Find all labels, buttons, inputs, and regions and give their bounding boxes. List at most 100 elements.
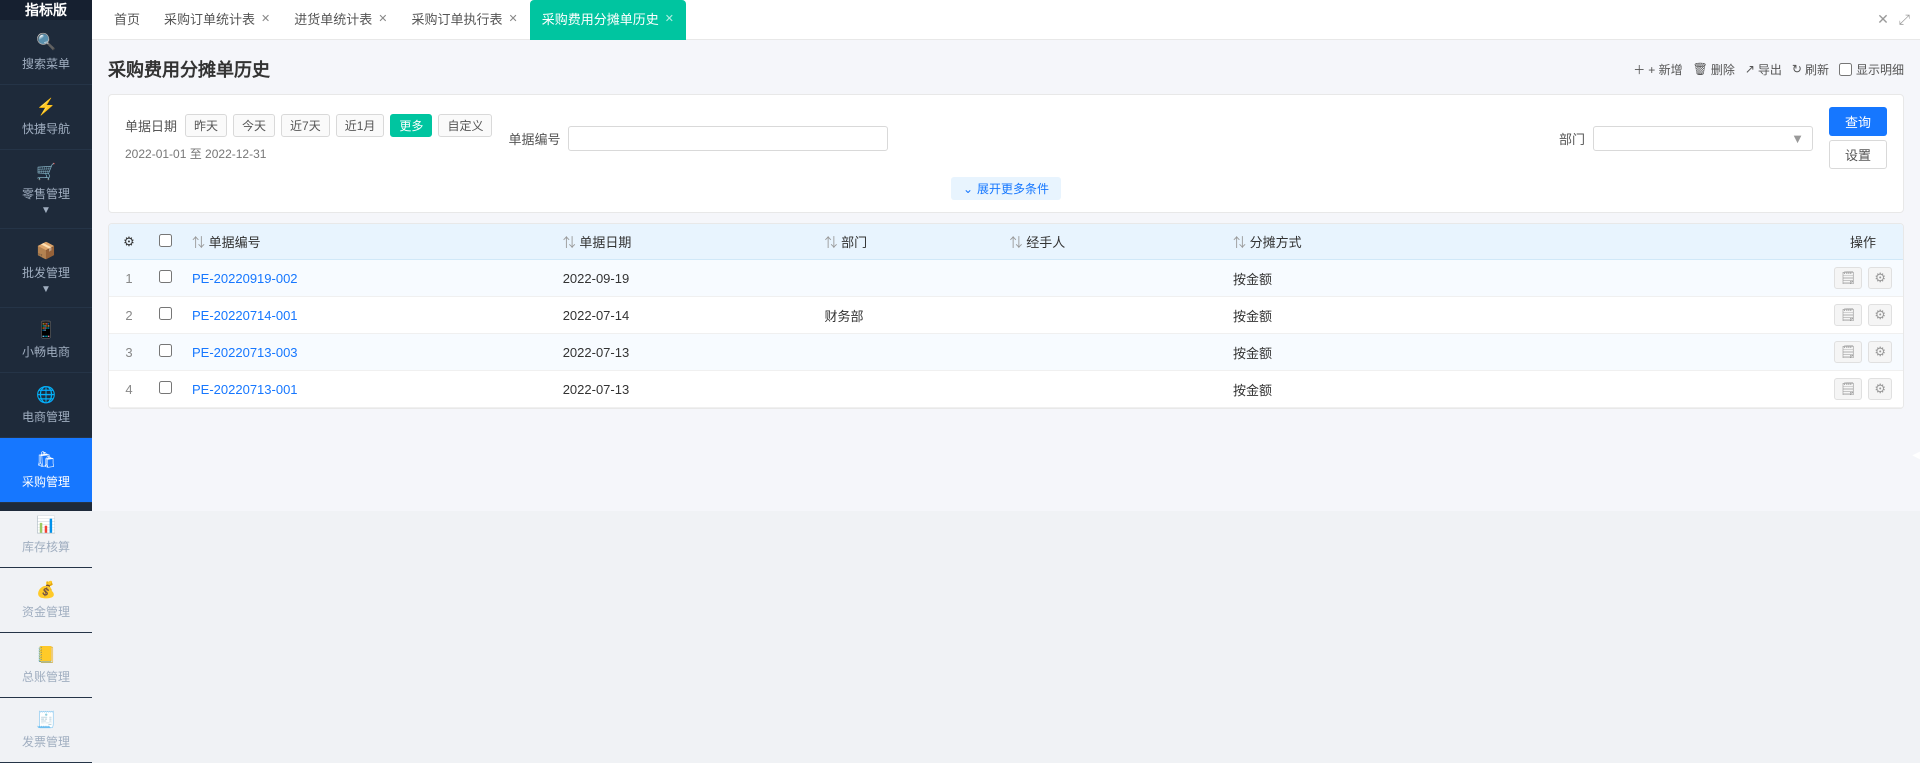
sidebar-item-wholesale[interactable]: 📦 批发管理 ▼ — [0, 229, 92, 308]
display-toggle[interactable]: 显示明细 — [1839, 61, 1904, 78]
row-view-icon[interactable]: 🗒 — [1834, 267, 1863, 289]
row-settings-icon[interactable]: ⚙ — [1868, 341, 1892, 363]
filter-action-buttons: 查询 设置 — [1829, 107, 1887, 169]
row-settings-icon[interactable]: ⚙ — [1868, 378, 1892, 400]
col-dept: ⇅ 部门 — [815, 224, 1000, 260]
sidebar-item-inventory[interactable]: 📊 库存核算 — [0, 503, 92, 568]
tab-goods-in-stats[interactable]: 进货单统计表 ✕ — [282, 0, 399, 40]
row-doc-date: 2022-07-13 — [553, 371, 815, 408]
date-yesterday-btn[interactable]: 昨天 — [185, 114, 227, 137]
select-all-checkbox[interactable] — [159, 234, 172, 247]
row-checkbox-cell[interactable] — [149, 260, 182, 297]
col-doc-date-sort-icon[interactable]: ⇅ — [563, 235, 576, 250]
col-handler-sort-icon[interactable]: ⇅ — [1010, 235, 1023, 250]
col-dept-sort-icon[interactable]: ⇅ — [825, 235, 838, 250]
doc-no-link[interactable]: PE-20220713-001 — [192, 382, 298, 397]
date-more-btn[interactable]: 更多 — [390, 114, 432, 137]
col-action: 操作 — [1823, 224, 1903, 260]
row-checkbox-cell[interactable] — [149, 334, 182, 371]
row-actions: 🗒 ⚙ — [1823, 371, 1903, 408]
col-doc-date-label: 单据日期 — [579, 235, 631, 250]
expand-more-button[interactable]: ⌄ 展开更多条件 — [951, 177, 1061, 200]
row-checkbox[interactable] — [159, 381, 172, 394]
refresh-button[interactable]: ↻ 刷新 — [1792, 61, 1829, 78]
export-label: 导出 — [1758, 61, 1782, 78]
row-doc-no: PE-20220713-003 — [182, 334, 553, 371]
tab-purchase-order-exec[interactable]: 采购订单执行表 ✕ — [399, 0, 529, 40]
row-split-method: 按金额 — [1223, 371, 1823, 408]
col-settings[interactable]: ⚙ — [109, 224, 149, 260]
col-dept-label: 部门 — [841, 235, 867, 250]
row-settings-icon[interactable]: ⚙ — [1868, 304, 1892, 326]
add-button[interactable]: ＋ + 新增 — [1633, 61, 1682, 78]
invoice-icon: 🧾 — [36, 710, 56, 730]
row-view-icon[interactable]: 🗒 — [1834, 341, 1863, 363]
refresh-icon: ↻ — [1792, 62, 1802, 76]
add-label: + 新增 — [1648, 61, 1682, 78]
page-title: 采购费用分摊单历史 — [108, 56, 270, 82]
dept-filter-group: 部门 ▼ — [1559, 126, 1813, 151]
sidebar-item-ledger[interactable]: 📒 总账管理 — [0, 633, 92, 698]
sidebar-item-search[interactable]: 🔍 搜索菜单 — [0, 20, 92, 85]
sidebar-item-retail[interactable]: 🛒 零售管理 ▼ — [0, 150, 92, 229]
row-dept — [815, 371, 1000, 408]
sidebar-item-mini-shop[interactable]: 📱 小畅电商 — [0, 308, 92, 373]
delete-button[interactable]: 🗑 删除 — [1693, 61, 1735, 78]
filter-settings-button[interactable]: 设置 — [1829, 140, 1887, 169]
export-button[interactable]: ↗ 导出 — [1745, 61, 1782, 78]
tab-purchase-cost-split-close[interactable]: ✕ — [665, 12, 674, 25]
sidebar-item-ecommerce[interactable]: 🌐 电商管理 — [0, 373, 92, 438]
sidebar-item-finance[interactable]: 💰 资金管理 — [0, 568, 92, 633]
row-split-method: 按金额 — [1223, 334, 1823, 371]
row-checkbox-cell[interactable] — [149, 297, 182, 334]
tab-purchase-cost-split[interactable]: 采购费用分摊单历史 ✕ — [530, 0, 686, 40]
row-view-icon[interactable]: 🗒 — [1834, 378, 1863, 400]
tab-bar: 首页 采购订单统计表 ✕ 进货单统计表 ✕ 采购订单执行表 ✕ 采购费用分摊单历… — [92, 0, 1920, 40]
date-range-text: 2022-01-01 至 2022-12-31 — [125, 145, 492, 162]
col-split-method-label: 分摊方式 — [1250, 235, 1302, 250]
row-view-icon[interactable]: 🗒 — [1834, 304, 1863, 326]
doc-no-link[interactable]: PE-20220714-001 — [192, 308, 298, 323]
quick-date-buttons: 昨天 今天 近7天 近1月 更多 自定义 — [185, 114, 492, 137]
sidebar-item-purchase[interactable]: 🛍 采购管理 ◀ — [0, 438, 92, 503]
tab-purchase-order-stats[interactable]: 采购订单统计表 ✕ — [152, 0, 282, 40]
window-close-icon[interactable]: ✕ — [1877, 11, 1889, 28]
display-toggle-checkbox[interactable] — [1839, 63, 1852, 76]
window-expand-icon[interactable]: ⤢ — [1899, 11, 1910, 28]
tab-home[interactable]: 首页 — [102, 0, 152, 40]
sidebar-label-retail: 零售管理 — [22, 185, 70, 202]
row-checkbox[interactable] — [159, 344, 172, 357]
chevron-down-icon: ▼ — [1791, 131, 1804, 146]
row-num: 3 — [109, 334, 149, 371]
page-header: 采购费用分摊单历史 ＋ + 新增 🗑 删除 ↗ 导出 ↻ 刷新 — [108, 56, 1904, 82]
search-button[interactable]: 查询 — [1829, 107, 1887, 136]
row-handler — [1000, 260, 1223, 297]
export-icon: ↗ — [1745, 62, 1755, 76]
sidebar-item-invoice[interactable]: 🧾 发票管理 — [0, 698, 92, 763]
row-doc-date: 2022-09-19 — [553, 260, 815, 297]
sidebar-label-finance: 资金管理 — [22, 603, 70, 620]
tab-goods-in-stats-close[interactable]: ✕ — [378, 12, 387, 25]
row-checkbox-cell[interactable] — [149, 371, 182, 408]
date-today-btn[interactable]: 今天 — [233, 114, 275, 137]
row-checkbox[interactable] — [159, 307, 172, 320]
display-toggle-label: 显示明细 — [1856, 61, 1904, 78]
doc-no-input[interactable] — [568, 126, 888, 151]
col-checkbox[interactable] — [149, 224, 182, 260]
doc-no-link[interactable]: PE-20220713-003 — [192, 345, 298, 360]
row-checkbox[interactable] — [159, 270, 172, 283]
date-7days-btn[interactable]: 近7天 — [281, 114, 330, 137]
date-custom-btn[interactable]: 自定义 — [438, 114, 492, 137]
col-split-method-sort-icon[interactable]: ⇅ — [1233, 235, 1246, 250]
tab-home-label: 首页 — [114, 9, 140, 28]
tab-purchase-order-stats-close[interactable]: ✕ — [261, 12, 270, 25]
row-settings-icon[interactable]: ⚙ — [1868, 267, 1892, 289]
tab-purchase-cost-split-label: 采购费用分摊单历史 — [542, 9, 659, 28]
dept-select[interactable]: ▼ — [1593, 126, 1813, 151]
tab-purchase-order-exec-close[interactable]: ✕ — [509, 12, 518, 25]
col-doc-no-sort-icon[interactable]: ⇅ — [192, 235, 205, 250]
date-1month-btn[interactable]: 近1月 — [336, 114, 385, 137]
doc-no-link[interactable]: PE-20220919-002 — [192, 271, 298, 286]
row-dept: 财务部 — [815, 297, 1000, 334]
sidebar-item-quick-nav[interactable]: ⚡ 快捷导航 — [0, 85, 92, 150]
